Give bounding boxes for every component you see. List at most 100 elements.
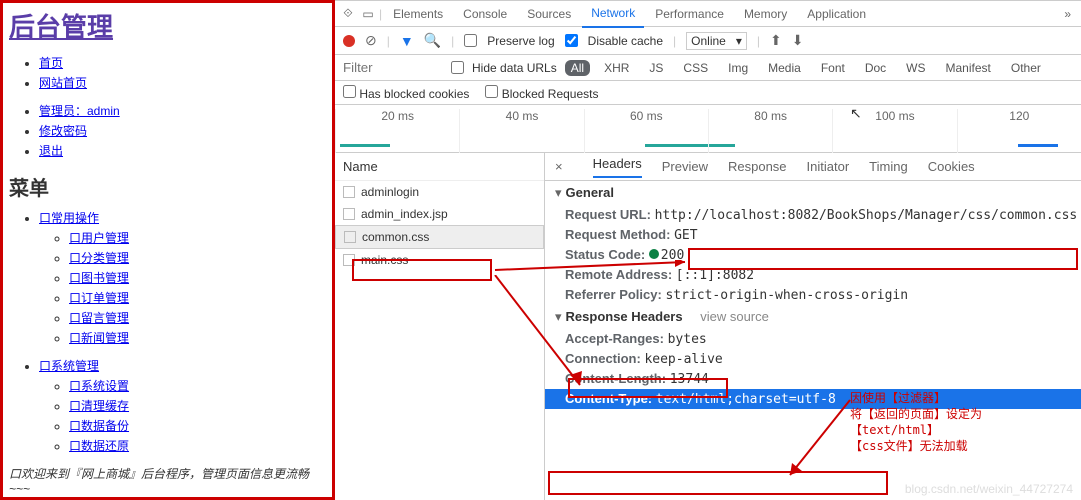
- admin-title: 后台管理: [9, 7, 326, 44]
- tab-memory[interactable]: Memory: [735, 1, 796, 27]
- type-media[interactable]: Media: [762, 60, 807, 76]
- preserve-log-label: Preserve log: [487, 34, 554, 48]
- nav-site-home[interactable]: 网站首页: [39, 76, 87, 90]
- hide-urls-checkbox[interactable]: [451, 61, 464, 74]
- method-key: Request Method:: [565, 227, 670, 242]
- inspect-icon[interactable]: ⟐: [339, 6, 357, 21]
- ct-value: text/html;charset=utf-8: [656, 392, 836, 407]
- dtab-timing[interactable]: Timing: [869, 159, 908, 174]
- req-admin-index[interactable]: admin_index.jsp: [335, 203, 544, 225]
- upload-icon[interactable]: ⬆: [770, 32, 782, 49]
- tab-sources[interactable]: Sources: [518, 1, 580, 27]
- tabs-more-icon[interactable]: »: [1058, 7, 1077, 21]
- menu-order[interactable]: 口订单管理: [69, 291, 129, 305]
- tab-elements[interactable]: Elements: [384, 1, 452, 27]
- blocked-cookies-checkbox[interactable]: [343, 85, 356, 98]
- throttling-select[interactable]: Online ▾: [686, 32, 747, 50]
- menu-common[interactable]: 口常用操作: [39, 211, 99, 225]
- dtab-cookies[interactable]: Cookies: [928, 159, 975, 174]
- menu-user[interactable]: 口用户管理: [69, 231, 129, 245]
- search-icon[interactable]: 🔍: [424, 32, 441, 49]
- type-doc[interactable]: Doc: [859, 60, 892, 76]
- type-font[interactable]: Font: [815, 60, 851, 76]
- device-icon[interactable]: ▭: [359, 7, 377, 21]
- req-main-css[interactable]: main.css: [335, 249, 544, 271]
- remote-value: [::1]:8082: [676, 268, 754, 283]
- ref-value: strict-origin-when-cross-origin: [665, 288, 908, 303]
- hide-urls-label: Hide data URLs: [472, 61, 557, 75]
- ar-key: Accept-Ranges:: [565, 331, 664, 346]
- filter-input[interactable]: [343, 60, 443, 75]
- blocked-req-checkbox[interactable]: [485, 85, 498, 98]
- preserve-log-checkbox[interactable]: [464, 34, 477, 47]
- type-all[interactable]: All: [565, 60, 590, 76]
- tl-100: 100 ms: [875, 109, 914, 123]
- type-other[interactable]: Other: [1005, 60, 1047, 76]
- menu-message[interactable]: 口留言管理: [69, 311, 129, 325]
- nav-password[interactable]: 修改密码: [39, 124, 87, 138]
- type-manifest[interactable]: Manifest: [940, 60, 997, 76]
- method-value: GET: [674, 228, 697, 243]
- url-value: http://localhost:8082/BookShops/Manager/…: [655, 208, 1078, 223]
- general-heading: General: [566, 185, 614, 200]
- cursor-icon: ↖: [850, 105, 862, 122]
- status-dot-icon: [649, 249, 659, 259]
- menu-settings[interactable]: 口系统设置: [69, 379, 129, 393]
- menu-news[interactable]: 口新闻管理: [69, 331, 129, 345]
- remote-key: Remote Address:: [565, 267, 672, 282]
- dtab-initiator[interactable]: Initiator: [807, 159, 850, 174]
- type-js[interactable]: JS: [643, 60, 669, 76]
- tl-40: 40 ms: [506, 109, 539, 123]
- menu-book[interactable]: 口图书管理: [69, 271, 129, 285]
- menu-category[interactable]: 口分类管理: [69, 251, 129, 265]
- req-common-css[interactable]: common.css: [335, 225, 544, 249]
- blocked-req-label: Blocked Requests: [502, 87, 599, 101]
- blocked-cookies-label: Has blocked cookies: [359, 87, 469, 101]
- menu-backup[interactable]: 口数据备份: [69, 419, 129, 433]
- dtab-preview[interactable]: Preview: [662, 159, 708, 174]
- request-list: Name adminlogin admin_index.jsp common.c…: [335, 153, 545, 500]
- name-column-header[interactable]: Name: [335, 153, 544, 181]
- cl-value: 13744: [670, 372, 709, 387]
- conn-value: keep-alive: [644, 352, 722, 367]
- view-source-link[interactable]: view source: [700, 309, 769, 324]
- menu-cache[interactable]: 口清理缓存: [69, 399, 129, 413]
- disable-cache-label: Disable cache: [588, 34, 663, 48]
- devtools-tabs: ⟐ ▭ | Elements Console Sources Network P…: [335, 1, 1081, 27]
- url-key: Request URL:: [565, 207, 651, 222]
- record-button[interactable]: [343, 35, 355, 47]
- request-details: × Headers Preview Response Initiator Tim…: [545, 153, 1081, 500]
- timeline[interactable]: 20 ms 40 ms 60 ms 80 ms 100 ms 120: [335, 105, 1081, 153]
- menu-restore[interactable]: 口数据还原: [69, 439, 129, 453]
- cl-key: Content-Length:: [565, 371, 666, 386]
- resp-heading: Response Headers: [566, 309, 683, 324]
- nav-admin[interactable]: 管理员：admin: [39, 104, 120, 118]
- tab-console[interactable]: Console: [454, 1, 516, 27]
- tab-performance[interactable]: Performance: [646, 1, 733, 27]
- general-toggle-icon[interactable]: ▾: [555, 185, 562, 200]
- dtab-response[interactable]: Response: [728, 159, 787, 174]
- tab-application[interactable]: Application: [798, 1, 875, 27]
- ref-key: Referrer Policy:: [565, 287, 662, 302]
- type-ws[interactable]: WS: [900, 60, 931, 76]
- resp-toggle-icon[interactable]: ▾: [555, 309, 562, 324]
- nav-home[interactable]: 首页: [39, 56, 63, 70]
- download-icon[interactable]: ⬇: [792, 32, 804, 49]
- tl-120: 120: [1009, 109, 1029, 123]
- close-details-icon[interactable]: ×: [555, 159, 563, 174]
- req-adminlogin[interactable]: adminlogin: [335, 181, 544, 203]
- dtab-headers[interactable]: Headers: [593, 156, 642, 178]
- status-key: Status Code:: [565, 247, 645, 262]
- filter-icon[interactable]: ▼: [400, 33, 414, 49]
- tl-20: 20 ms: [381, 109, 414, 123]
- clear-icon[interactable]: ⊘: [365, 32, 377, 49]
- nav-logout[interactable]: 退出: [39, 144, 63, 158]
- tab-network[interactable]: Network: [582, 0, 644, 28]
- ct-key: Content-Type:: [565, 391, 652, 406]
- ar-value: bytes: [668, 332, 707, 347]
- menu-system[interactable]: 口系统管理: [39, 359, 99, 373]
- type-img[interactable]: Img: [722, 60, 754, 76]
- type-css[interactable]: CSS: [677, 60, 714, 76]
- disable-cache-checkbox[interactable]: [565, 34, 578, 47]
- type-xhr[interactable]: XHR: [598, 60, 635, 76]
